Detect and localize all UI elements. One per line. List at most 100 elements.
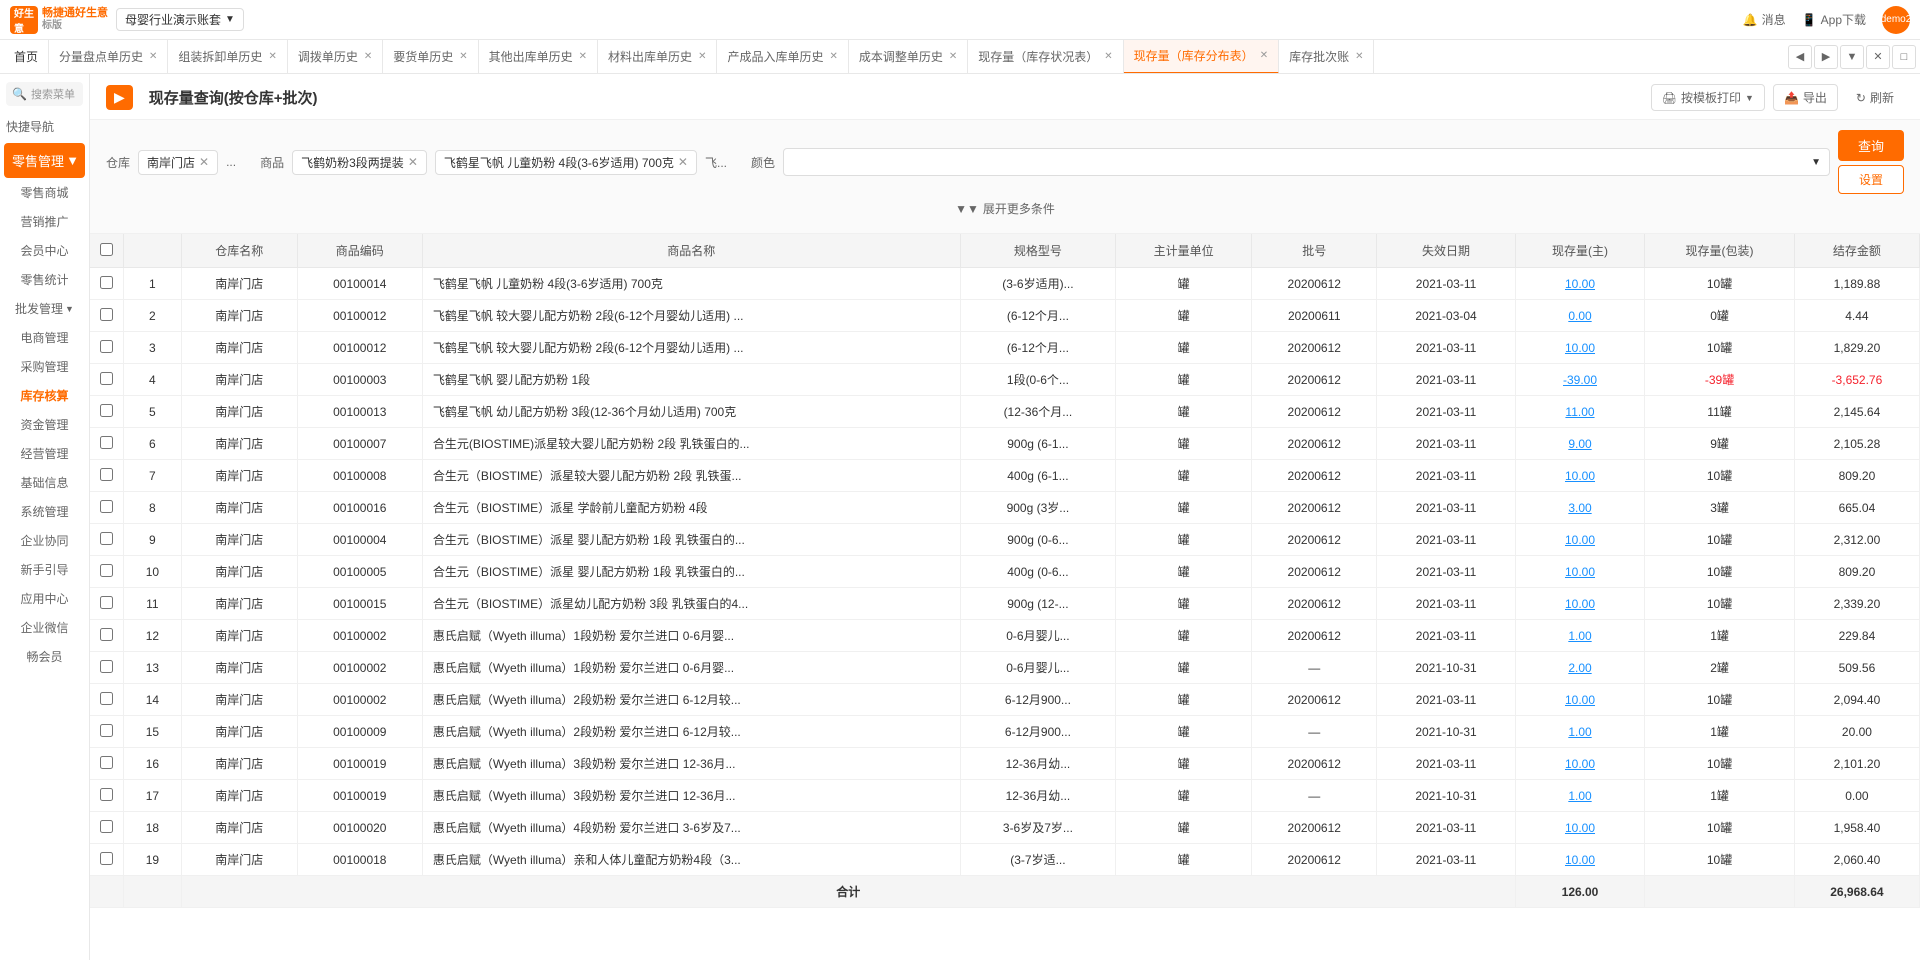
- row-checkbox-1[interactable]: [90, 268, 124, 300]
- row-checkbox-15[interactable]: [90, 716, 124, 748]
- tab-close-all-button[interactable]: ✕: [1866, 45, 1890, 69]
- tab-material-out[interactable]: 材料出库单历史 ✕: [598, 40, 717, 74]
- sidebar-item-retail[interactable]: 零售管理 ▼: [4, 143, 85, 178]
- row-qty[interactable]: 10.00: [1515, 812, 1644, 844]
- row-qty[interactable]: 9.00: [1515, 428, 1644, 460]
- row-checkbox-19[interactable]: [90, 844, 124, 876]
- th-checkbox[interactable]: [90, 234, 124, 268]
- sidebar-item-retail-shop[interactable]: 零售商城: [0, 178, 89, 207]
- expand-more-conditions[interactable]: ▼▼ 展开更多条件: [106, 194, 1904, 223]
- warehouse-tag-nanan[interactable]: 南岸门店 ✕: [138, 150, 218, 175]
- row-qty[interactable]: 10.00: [1515, 588, 1644, 620]
- row-checkbox-16[interactable]: [90, 748, 124, 780]
- row-checkbox-18[interactable]: [90, 812, 124, 844]
- tab-more-button[interactable]: ▼: [1840, 45, 1864, 69]
- tab-requisition[interactable]: 要货单历史 ✕: [383, 40, 478, 74]
- row-checkbox-4[interactable]: [90, 364, 124, 396]
- avatar[interactable]: demo2: [1882, 6, 1910, 34]
- row-checkbox-2[interactable]: [90, 300, 124, 332]
- sidebar-item-enterprise-micro[interactable]: 企业微信: [0, 613, 89, 642]
- product-tag-2[interactable]: 飞鹤星飞帆 儿童奶粉 4段(3-6岁适用) 700克 ✕: [435, 150, 697, 175]
- expand-filter-button[interactable]: ▶: [106, 85, 133, 110]
- tab-product-in[interactable]: 产成品入库单历史 ✕: [717, 40, 848, 74]
- product-tag-1[interactable]: 飞鹤奶粉3段两提装 ✕: [292, 150, 427, 175]
- refresh-button[interactable]: ↻ 刷新: [1846, 85, 1904, 110]
- row-checkbox-17[interactable]: [90, 780, 124, 812]
- template-print-button[interactable]: 🖨 按模板打印 ▼: [1651, 84, 1765, 111]
- product-tag-1-close[interactable]: ✕: [408, 155, 418, 169]
- row-qty[interactable]: 10.00: [1515, 684, 1644, 716]
- row-qty[interactable]: 1.00: [1515, 716, 1644, 748]
- search-menu-button[interactable]: 🔍 搜索菜单: [6, 82, 83, 106]
- row-qty[interactable]: -39.00: [1515, 364, 1644, 396]
- sidebar-item-vip[interactable]: 畅会员: [0, 642, 89, 671]
- tab-close-cost-adjust[interactable]: ✕: [949, 51, 957, 62]
- row-qty[interactable]: 2.00: [1515, 652, 1644, 684]
- row-qty[interactable]: 10.00: [1515, 268, 1644, 300]
- row-qty[interactable]: 10.00: [1515, 332, 1644, 364]
- tab-other-out[interactable]: 其他出库单历史 ✕: [479, 40, 598, 74]
- row-checkbox-9[interactable]: [90, 524, 124, 556]
- tab-cost-adjust[interactable]: 成本调整单历史 ✕: [849, 40, 968, 74]
- row-qty[interactable]: 10.00: [1515, 524, 1644, 556]
- tab-close-material-out[interactable]: ✕: [698, 51, 706, 62]
- tab-close-inventory-dist[interactable]: ✕: [1260, 50, 1268, 61]
- tab-inventory-dist[interactable]: 现存量（库存分布表） ✕: [1124, 40, 1279, 74]
- sidebar-item-guide[interactable]: 新手引导: [0, 555, 89, 584]
- tab-batch-ledger[interactable]: 库存批次账 ✕: [1279, 40, 1374, 74]
- tab-transfer[interactable]: 调拨单历史 ✕: [288, 40, 383, 74]
- sidebar-item-finance[interactable]: 资金管理: [0, 410, 89, 439]
- export-button[interactable]: 📤 导出: [1773, 84, 1838, 111]
- tab-scroll-right-button[interactable]: ▶: [1814, 45, 1838, 69]
- sidebar-item-enterprise[interactable]: 企业协同: [0, 526, 89, 555]
- tab-close-inventory-status[interactable]: ✕: [1104, 51, 1112, 62]
- row-qty[interactable]: 3.00: [1515, 492, 1644, 524]
- sidebar-item-retail-stats[interactable]: 零售统计: [0, 265, 89, 294]
- settings-button[interactable]: 设置: [1838, 165, 1904, 194]
- tab-maximize-button[interactable]: □: [1892, 45, 1916, 69]
- row-checkbox-6[interactable]: [90, 428, 124, 460]
- message-button[interactable]: 🔔 消息: [1743, 11, 1786, 28]
- sidebar-item-member[interactable]: 会员中心: [0, 236, 89, 265]
- tab-close-product-in[interactable]: ✕: [829, 51, 837, 62]
- row-qty[interactable]: 10.00: [1515, 556, 1644, 588]
- sidebar-item-inventory[interactable]: 库存核算: [0, 381, 89, 410]
- row-checkbox-3[interactable]: [90, 332, 124, 364]
- sidebar-item-purchase[interactable]: 采购管理: [0, 352, 89, 381]
- sidebar-item-operation[interactable]: 经营管理: [0, 439, 89, 468]
- row-checkbox-5[interactable]: [90, 396, 124, 428]
- color-input[interactable]: ▼: [783, 148, 1830, 176]
- sidebar-item-app-center[interactable]: 应用中心: [0, 584, 89, 613]
- tab-close-requisition[interactable]: ✕: [459, 51, 467, 62]
- tab-disassemble[interactable]: 组装拆卸单历史 ✕: [168, 40, 287, 74]
- tab-home[interactable]: 首页: [4, 40, 49, 74]
- product-more[interactable]: 飞...: [705, 154, 727, 171]
- sidebar-quick-nav[interactable]: 快捷导航: [0, 114, 89, 143]
- sidebar-item-basic[interactable]: 基础信息: [0, 468, 89, 497]
- row-checkbox-13[interactable]: [90, 652, 124, 684]
- tab-close-batch-ledger[interactable]: ✕: [1355, 51, 1363, 62]
- row-qty[interactable]: 10.00: [1515, 748, 1644, 780]
- select-all-checkbox[interactable]: [100, 243, 113, 256]
- app-download-button[interactable]: 📱 App下载: [1802, 11, 1866, 28]
- warehouse-more[interactable]: ...: [226, 155, 236, 169]
- tab-scroll-left-button[interactable]: ◀: [1788, 45, 1812, 69]
- row-qty[interactable]: 10.00: [1515, 460, 1644, 492]
- row-checkbox-7[interactable]: [90, 460, 124, 492]
- tab-close-other-out[interactable]: ✕: [579, 51, 587, 62]
- row-qty[interactable]: 10.00: [1515, 844, 1644, 876]
- warehouse-tag-close[interactable]: ✕: [199, 155, 209, 169]
- row-qty[interactable]: 1.00: [1515, 620, 1644, 652]
- row-qty[interactable]: 1.00: [1515, 780, 1644, 812]
- tab-close-transfer[interactable]: ✕: [364, 51, 372, 62]
- product-tag-2-close[interactable]: ✕: [678, 155, 688, 169]
- sidebar-item-system[interactable]: 系统管理: [0, 497, 89, 526]
- row-checkbox-8[interactable]: [90, 492, 124, 524]
- row-checkbox-12[interactable]: [90, 620, 124, 652]
- query-button[interactable]: 查询: [1838, 130, 1904, 161]
- tab-split-stock[interactable]: 分量盘点单历史 ✕: [49, 40, 168, 74]
- sidebar-item-ecommerce[interactable]: 电商管理: [0, 323, 89, 352]
- sidebar-item-marketing[interactable]: 营销推广: [0, 207, 89, 236]
- row-checkbox-11[interactable]: [90, 588, 124, 620]
- row-checkbox-14[interactable]: [90, 684, 124, 716]
